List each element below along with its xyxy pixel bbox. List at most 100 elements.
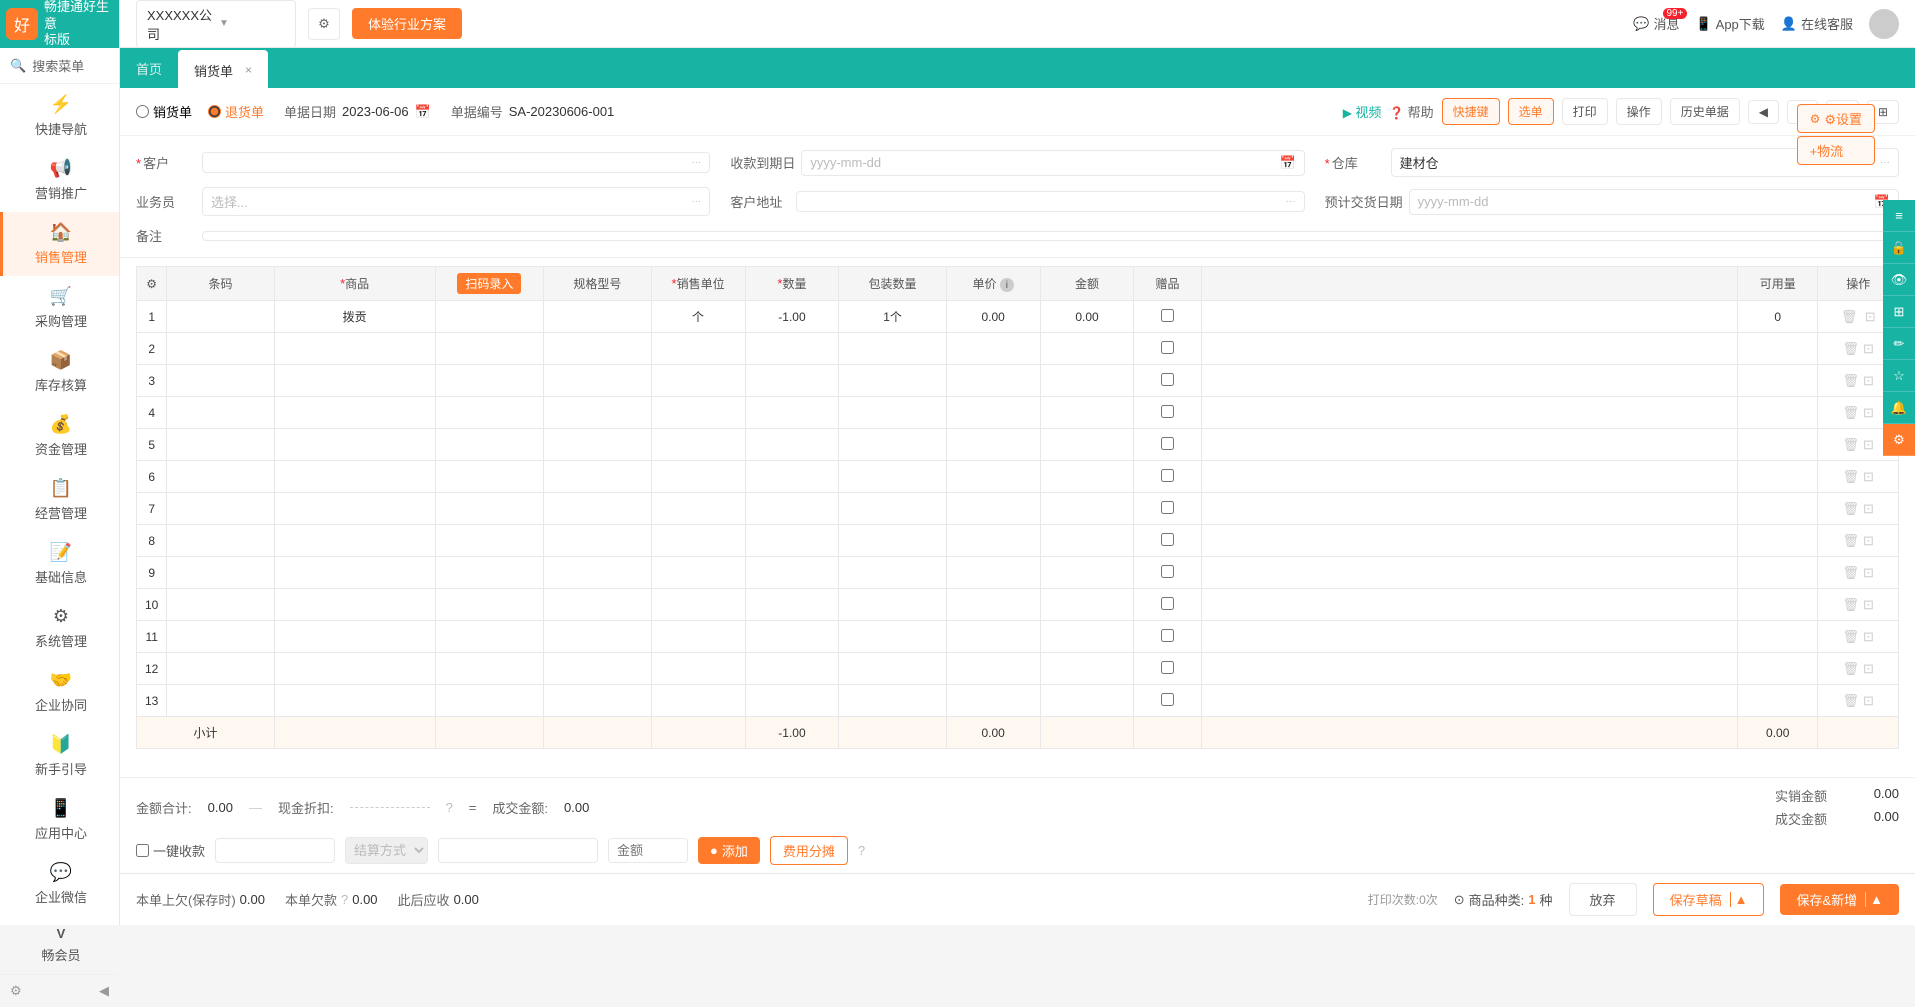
float-btn-4[interactable]: ⊞ bbox=[1883, 296, 1915, 328]
customer-address-more-icon[interactable]: ··· bbox=[1286, 196, 1296, 207]
copy-icon[interactable]: ⊡ bbox=[1863, 405, 1874, 420]
tab-sales-order[interactable]: 销货单 × bbox=[178, 50, 268, 90]
scan-button[interactable]: 扫码录入 bbox=[457, 273, 521, 294]
float-btn-5[interactable]: ✏ bbox=[1883, 328, 1915, 360]
sidebar-search[interactable]: 🔍 搜索菜单 bbox=[0, 48, 119, 84]
sidebar-item-quick-nav[interactable]: ⚡ 快捷导航 bbox=[0, 84, 119, 148]
copy-icon[interactable]: ⊡ bbox=[1863, 565, 1874, 580]
expense-btn[interactable]: 费用分摊 bbox=[770, 836, 848, 865]
delete-icon[interactable]: 🗑 bbox=[1843, 341, 1860, 356]
copy-icon[interactable]: ⊡ bbox=[1863, 597, 1874, 612]
row-price[interactable]: 0.00 bbox=[946, 301, 1040, 333]
amount-input[interactable] bbox=[608, 838, 688, 863]
delete-icon[interactable]: 🗑 bbox=[1843, 629, 1860, 644]
delete-icon[interactable]: 🗑 bbox=[1843, 565, 1860, 580]
video-btn[interactable]: ▶ 视频 bbox=[1343, 102, 1382, 121]
delete-icon[interactable]: 🗑 bbox=[1843, 501, 1860, 516]
customer-more-icon[interactable]: ··· bbox=[691, 157, 701, 168]
delete-icon[interactable]: 🗑 bbox=[1843, 469, 1860, 484]
discount-value[interactable] bbox=[350, 807, 430, 808]
float-btn-6[interactable]: ☆ bbox=[1883, 360, 1915, 392]
customer-address-input[interactable]: ··· bbox=[796, 191, 1304, 212]
copy-icon[interactable]: ⊡ bbox=[1863, 501, 1874, 516]
add-payment-btn[interactable]: ● 添加 bbox=[698, 837, 760, 864]
copy-icon[interactable]: ⊡ bbox=[1863, 661, 1874, 676]
due-date-calendar-icon[interactable]: 📅 bbox=[1279, 155, 1295, 171]
copy-icon[interactable]: ⊡ bbox=[1863, 629, 1874, 644]
copy-icon[interactable]: ⊡ bbox=[1863, 533, 1874, 548]
row-amount[interactable]: 0.00 bbox=[1040, 301, 1134, 333]
payment-method-input[interactable] bbox=[215, 838, 335, 863]
row-barcode[interactable] bbox=[167, 301, 274, 333]
copy-icon[interactable]: ⊡ bbox=[1863, 341, 1874, 356]
one-click-payment[interactable]: 一键收款 bbox=[136, 841, 205, 860]
settings-button[interactable]: ⚙ bbox=[308, 8, 340, 40]
copy-icon[interactable]: ⊡ bbox=[1865, 309, 1876, 324]
delete-icon[interactable]: 🗑 bbox=[1843, 597, 1860, 612]
warehouse-more-icon[interactable]: ··· bbox=[1880, 157, 1890, 168]
float-btn-8[interactable]: ⚙ bbox=[1883, 424, 1915, 456]
nav-prev-btn[interactable]: ◀ bbox=[1748, 100, 1779, 124]
copy-icon[interactable]: ⊡ bbox=[1863, 469, 1874, 484]
sidebar-item-operations[interactable]: 📋 经营管理 bbox=[0, 468, 119, 532]
sidebar-item-sales[interactable]: 🏠 销售管理 bbox=[0, 212, 119, 276]
experience-button[interactable]: 体验行业方案 bbox=[352, 8, 462, 39]
delete-icon[interactable]: 🗑 bbox=[1843, 533, 1860, 548]
delete-icon[interactable]: 🗑 bbox=[1843, 693, 1860, 708]
row-product[interactable]: 拨贡 bbox=[274, 301, 435, 333]
tab-close-icon[interactable]: × bbox=[245, 63, 252, 77]
salesperson-more-icon[interactable]: ··· bbox=[691, 196, 701, 207]
message-button[interactable]: 💬 消息 99+ bbox=[1633, 14, 1679, 33]
payment-help-icon[interactable]: ? bbox=[858, 843, 865, 858]
question-icon[interactable]: ? bbox=[446, 800, 453, 815]
sidebar-item-system[interactable]: ⚙ 系统管理 bbox=[0, 596, 119, 660]
settings-config-btn[interactable]: ⚙ ⚙设置 bbox=[1797, 104, 1875, 133]
remark-input[interactable] bbox=[202, 231, 1899, 241]
float-btn-2[interactable]: 🔒 bbox=[1883, 232, 1915, 264]
sidebar-item-basics[interactable]: 📝 基础信息 bbox=[0, 532, 119, 596]
help-btn[interactable]: ❓ 帮助 bbox=[1389, 102, 1433, 121]
select-btn[interactable]: 选单 bbox=[1508, 98, 1554, 125]
delete-icon[interactable]: 🗑 bbox=[1843, 661, 1860, 676]
customer-input[interactable]: ··· bbox=[202, 152, 710, 173]
sidebar-item-appstore[interactable]: 📱 应用中心 bbox=[0, 788, 119, 852]
copy-icon[interactable]: ⊡ bbox=[1863, 693, 1874, 708]
delete-icon[interactable]: 🗑 bbox=[1843, 373, 1860, 388]
sidebar-item-enterprise[interactable]: 🤝 企业协同 bbox=[0, 660, 119, 724]
calendar-icon[interactable]: 📅 bbox=[415, 104, 431, 120]
user-avatar[interactable] bbox=[1869, 9, 1899, 39]
history-btn[interactable]: 历史单据 bbox=[1670, 98, 1740, 125]
delete-icon[interactable]: 🗑 bbox=[1841, 309, 1858, 324]
product-kind-radio[interactable]: ⊙ bbox=[1454, 892, 1465, 908]
row-unit[interactable]: 个 bbox=[651, 301, 745, 333]
save-new-btn[interactable]: 保存&新增 ▲ bbox=[1780, 884, 1899, 915]
float-btn-7[interactable]: 🔔 bbox=[1883, 392, 1915, 424]
sidebar-collapse-icon[interactable]: ◀ bbox=[99, 983, 109, 999]
copy-icon[interactable]: ⊡ bbox=[1863, 373, 1874, 388]
row-pack-qty[interactable]: 1个 bbox=[839, 301, 946, 333]
print-btn[interactable]: 打印 bbox=[1562, 98, 1608, 125]
operate-btn[interactable]: 操作 bbox=[1616, 98, 1662, 125]
sidebar-item-inventory[interactable]: 📦 库存核算 bbox=[0, 340, 119, 404]
th-scan[interactable]: 扫码录入 bbox=[435, 267, 544, 301]
logistics-btn[interactable]: +物流 bbox=[1797, 136, 1875, 165]
save-draft-btn[interactable]: 保存草稿 ▲ bbox=[1653, 883, 1765, 916]
sidebar-item-finance[interactable]: 💰 资金管理 bbox=[0, 404, 119, 468]
due-date-input[interactable]: yyyy-mm-dd 📅 bbox=[801, 150, 1304, 176]
shortcut-btn[interactable]: 快捷键 bbox=[1442, 98, 1500, 125]
account-input[interactable] bbox=[438, 838, 598, 863]
expected-date-input[interactable]: yyyy-mm-dd 📅 bbox=[1409, 189, 1899, 215]
payment-method-select[interactable]: 结算方式 bbox=[345, 837, 428, 864]
salesperson-input[interactable]: 选择... ··· bbox=[202, 187, 710, 216]
return-order-radio[interactable]: 退货单 bbox=[208, 102, 264, 121]
abandon-btn[interactable]: 放弃 bbox=[1569, 883, 1637, 916]
sidebar-item-guide[interactable]: 🔰 新手引导 bbox=[0, 724, 119, 788]
online-service-button[interactable]: 👤 在线客服 bbox=[1781, 14, 1853, 33]
sidebar-item-wechat[interactable]: 💬 企业微信 bbox=[0, 852, 119, 916]
sidebar-item-marketing[interactable]: 📢 营销推广 bbox=[0, 148, 119, 212]
delete-icon[interactable]: 🗑 bbox=[1843, 405, 1860, 420]
sidebar-settings-icon[interactable]: ⚙ bbox=[10, 983, 22, 999]
float-btn-1[interactable]: ≡ bbox=[1883, 200, 1915, 232]
save-new-dropdown-icon[interactable]: ▲ bbox=[1865, 892, 1883, 907]
row-gift[interactable] bbox=[1134, 301, 1201, 333]
